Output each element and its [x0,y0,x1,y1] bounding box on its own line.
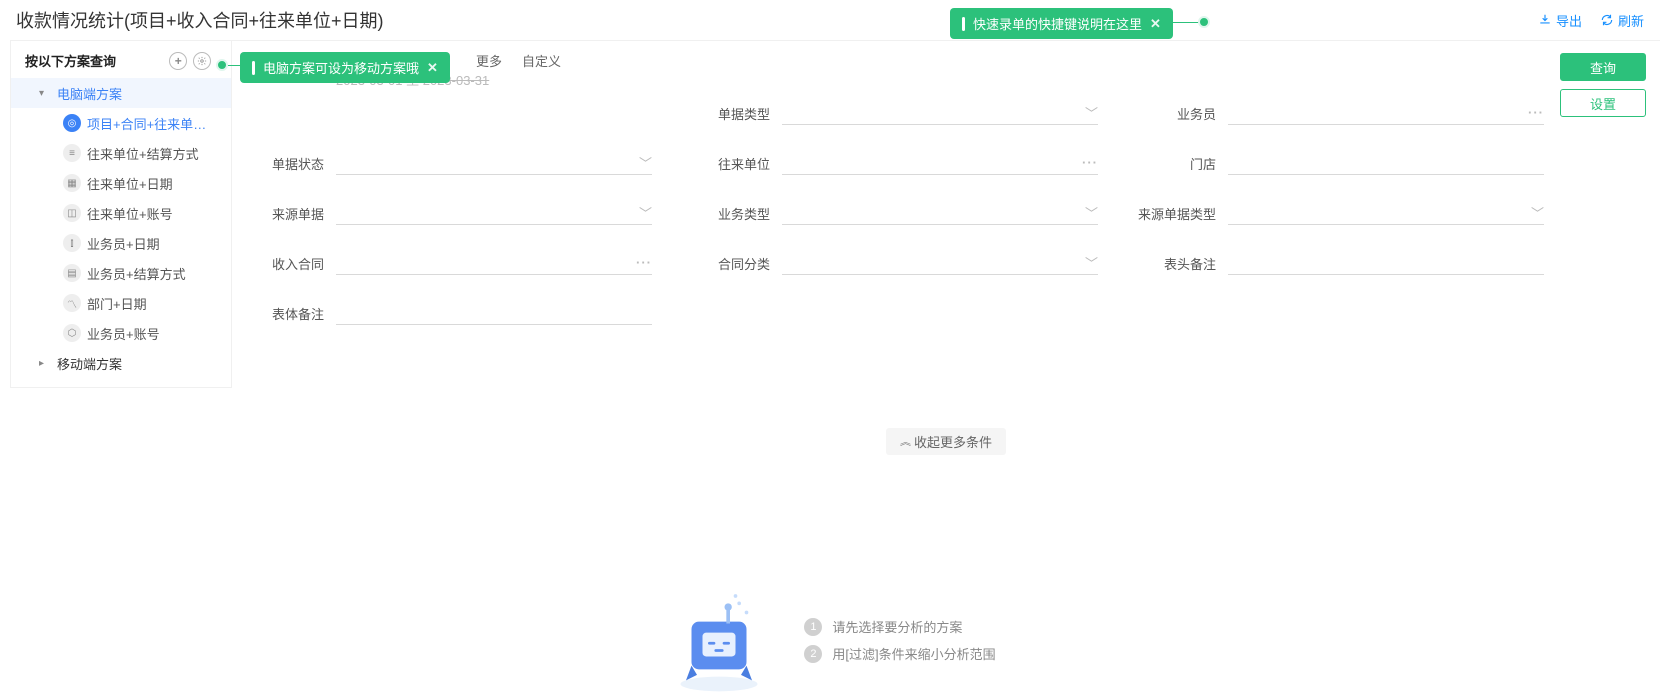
caret-right-icon: ▸ [39,358,51,369]
refresh-icon [1600,13,1614,27]
chart-icon: ⫾ [63,234,81,252]
add-plan-button[interactable]: + [169,52,187,70]
chevron-down-icon: ﹀ [639,203,652,222]
tree-group-desktop[interactable]: ▾ 电脑端方案 [11,78,231,108]
empty-step-1: 1 请先选择要分析的方案 [804,617,995,636]
cube-icon: ⬡ [63,324,81,342]
source-doc-type-select[interactable]: ﹀ [1228,201,1544,225]
field-biz-type: 业务类型 ﹀ [692,201,1098,225]
tip-quick-entry: 快速录单的快捷键说明在这里 ✕ [950,8,1173,39]
double-chevron-up-icon: ︽ [900,435,908,448]
filter-area: 更多 自定义 2023-03-01 至 2023-03-31 单据类型 ﹀ 业务… [246,51,1544,325]
source-doc-select[interactable]: ﹀ [336,201,652,225]
more-icon: ··· [636,255,652,270]
main-panel: 更多 自定义 2023-03-01 至 2023-03-31 单据类型 ﹀ 业务… [232,40,1660,388]
close-icon[interactable]: ✕ [1150,16,1161,32]
action-buttons: 查询 设置 [1560,51,1646,117]
chevron-down-icon: ﹀ [639,153,652,172]
tree-group-mobile[interactable]: ▸ 移动端方案 [11,348,231,378]
tip-mobile-plan-connector [228,65,240,66]
collapse-bar: ︽ 收起更多条件 [232,428,1660,455]
field-contract-category: 合同分类 ﹀ [692,251,1098,275]
chevron-down-icon: ﹀ [1531,203,1544,222]
grid-icon: ▦ [63,174,81,192]
tip-mobile-plan-dot [216,59,228,71]
trend-icon: 〽 [63,294,81,312]
step-number-badge: 2 [804,645,822,663]
header-remark-input[interactable] [1228,251,1544,275]
query-button[interactable]: 查询 [1560,53,1646,81]
date-range-struck: 2023-03-01 至 2023-03-31 [336,70,1544,89]
tab-custom[interactable]: 自定义 [522,51,561,70]
body-remark-input[interactable] [336,301,652,325]
sidebar-header: 按以下方案查询 + « [11,51,231,78]
gear-icon[interactable] [193,52,211,70]
sidebar-item-sales-date[interactable]: ⫾ 业务员+日期 [11,228,231,258]
export-button[interactable]: 导出 [1538,11,1582,30]
empty-step-2: 2 用[过滤]条件来缩小分析范围 [804,644,995,663]
doc-type-select[interactable]: ﹀ [782,101,1098,125]
biz-type-select[interactable]: ﹀ [782,201,1098,225]
page-title: 收款情况统计(项目+收入合同+往来单位+日期) [16,7,384,33]
refresh-button[interactable]: 刷新 [1600,11,1644,30]
sidebar-item-partner-account[interactable]: ◫ 往来单位+账号 [11,198,231,228]
step-number-badge: 1 [804,618,822,636]
empty-robot-illustration [664,585,774,695]
tip-quick-entry-connector [1170,22,1200,23]
tip-mobile-plan: 电脑方案可设为移动方案哦 ✕ [240,52,450,83]
tip-accent-bar [962,17,965,31]
field-header-remark: 表头备注 [1138,251,1544,275]
header-actions: 导出 刷新 [1538,11,1644,30]
collapse-filters-button[interactable]: ︽ 收起更多条件 [886,428,1006,455]
wallet-icon: ◫ [63,204,81,222]
partner-lookup[interactable]: ··· [782,151,1098,175]
field-partner: 往来单位 ··· [692,151,1098,175]
field-doc-status: 单据状态 ﹀ [246,151,652,175]
close-icon[interactable]: ✕ [427,60,438,76]
field-source-doc-type: 来源单据类型 ﹀ [1138,201,1544,225]
salesperson-lookup[interactable]: ··· [1228,101,1544,125]
tip-accent-bar [252,61,255,75]
doc-status-select[interactable]: ﹀ [336,151,652,175]
settings-button[interactable]: 设置 [1560,89,1646,117]
target-icon: ◎ [63,114,81,132]
sidebar-item-sales-settlement[interactable]: ▤ 业务员+结算方式 [11,258,231,288]
store-input[interactable] [1228,151,1544,175]
export-icon [1538,13,1552,27]
more-icon: ··· [1528,105,1544,120]
chevron-down-icon: ﹀ [1085,103,1098,122]
field-income-contract: 收入合同 ··· [246,251,652,275]
contract-category-select[interactable]: ﹀ [782,251,1098,275]
chevron-down-icon: ﹀ [1085,253,1098,272]
income-contract-lookup[interactable]: ··· [336,251,652,275]
field-salesperson: 业务员 ··· [1138,101,1544,125]
field-doc-type: 单据类型 ﹀ [692,101,1098,125]
tab-more[interactable]: 更多 [476,51,502,70]
sidebar-item-dept-date[interactable]: 〽 部门+日期 [11,288,231,318]
sidebar-item-sales-account[interactable]: ⬡ 业务员+账号 [11,318,231,348]
field-store: 门店 [1138,151,1544,175]
sidebar-item-partner-date[interactable]: ▦ 往来单位+日期 [11,168,231,198]
tip-quick-entry-dot [1198,16,1210,28]
field-source-doc: 来源单据 ﹀ [246,201,652,225]
sidebar-item-project-contract[interactable]: ◎ 项目+合同+往来单位... [11,108,231,138]
field-body-remark: 表体备注 [246,301,652,325]
layout-icon: ▤ [63,264,81,282]
page-header: 收款情况统计(项目+收入合同+往来单位+日期) 导出 刷新 [0,0,1660,40]
sidebar-title: 按以下方案查询 [25,51,116,70]
sidebar: 按以下方案查询 + « ▾ 电脑端方案 ◎ 项目+合同+往来单位... ≡ 往来… [10,40,232,388]
chevron-down-icon: ﹀ [1085,203,1098,222]
sidebar-item-partner-settlement[interactable]: ≡ 往来单位+结算方式 [11,138,231,168]
empty-state: 1 请先选择要分析的方案 2 用[过滤]条件来缩小分析范围 [0,455,1660,698]
more-icon: ··· [1082,155,1098,170]
bars-icon: ≡ [63,144,81,162]
caret-down-icon: ▾ [39,88,51,99]
